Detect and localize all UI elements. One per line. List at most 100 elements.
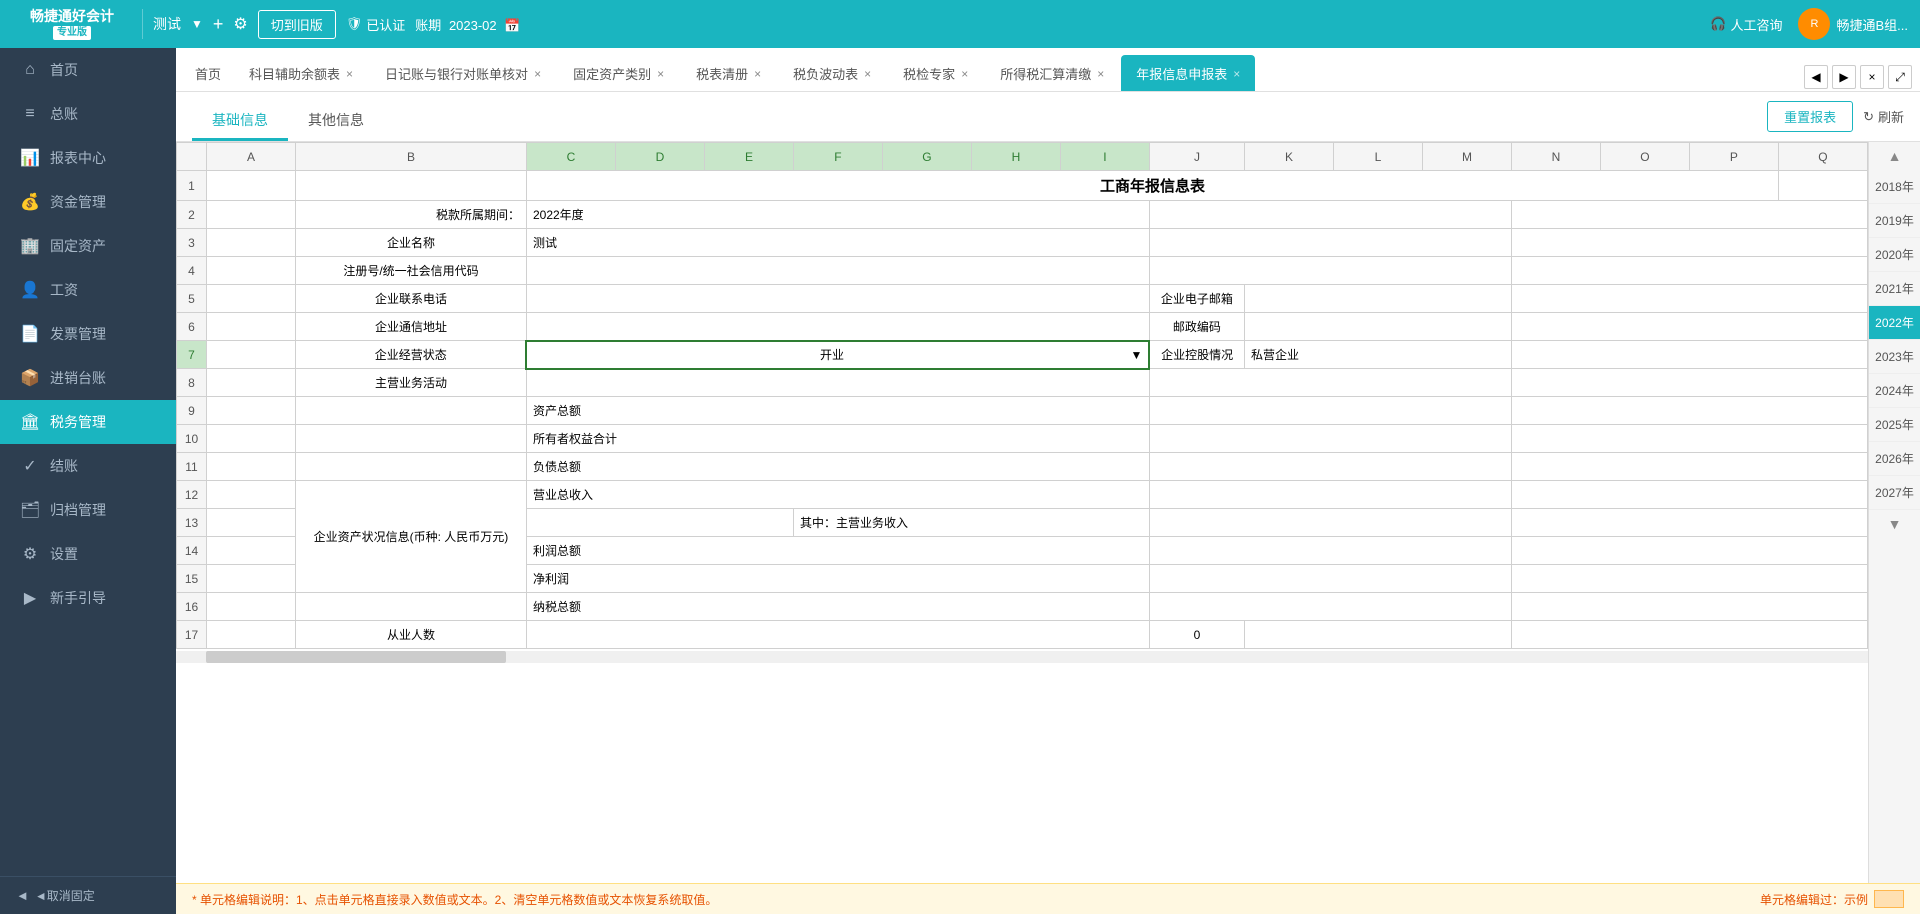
year-item-2023[interactable]: 2023年 <box>1869 340 1920 374</box>
dropdown-arrow-icon[interactable]: ▼ <box>1130 348 1142 362</box>
add-tab-button[interactable]: + <box>213 14 224 35</box>
cell-1-b[interactable] <box>295 171 526 201</box>
horizontal-scrollbar[interactable] <box>176 651 1868 663</box>
cell-16-b[interactable] <box>295 593 526 621</box>
tab-journal[interactable]: 日记账与银行对账单核对 × <box>370 55 556 91</box>
sidebar-item-fund[interactable]: 💰 资金管理 <box>0 180 176 224</box>
year-item-2025[interactable]: 2025年 <box>1869 408 1920 442</box>
tab-expand-button[interactable]: ⤢ <box>1888 65 1912 89</box>
cell-8-j[interactable] <box>1149 369 1511 397</box>
cell-6-b[interactable]: 企业通信地址 <box>295 313 526 341</box>
cell-6-c[interactable] <box>526 313 1149 341</box>
tab-fixed-asset[interactable]: 固定资产类别 × <box>558 55 679 91</box>
cell-7-c-dropdown[interactable]: 开业 ▼ <box>526 341 1149 369</box>
cell-5-k[interactable] <box>1245 285 1512 313</box>
cell-11-j[interactable] <box>1149 453 1511 481</box>
cell-16-j[interactable] <box>1149 593 1511 621</box>
close-tab-icon[interactable]: × <box>1097 67 1104 81</box>
cell-15-n[interactable] <box>1511 565 1867 593</box>
close-tab-icon[interactable]: × <box>961 67 968 81</box>
sidebar-item-invoice[interactable]: 📄 发票管理 <box>0 312 176 356</box>
year-panel-down-button[interactable]: ▼ <box>1869 510 1920 538</box>
cell-5-n[interactable] <box>1511 285 1867 313</box>
cell-6-j[interactable]: 邮政编码 <box>1149 313 1244 341</box>
close-tab-icon[interactable]: × <box>657 67 664 81</box>
cell-12-a[interactable] <box>207 481 296 509</box>
cell-7-j[interactable]: 企业控股情况 <box>1149 341 1244 369</box>
year-item-2027[interactable]: 2027年 <box>1869 476 1920 510</box>
cell-9-b[interactable] <box>295 397 526 425</box>
close-tab-icon[interactable]: × <box>1233 67 1240 81</box>
cell-17-j[interactable]: 0 <box>1149 621 1244 649</box>
cell-4-b[interactable]: 注册号/统一社会信用代码 <box>295 257 526 285</box>
sidebar-item-asset[interactable]: 🏢 固定资产 <box>0 224 176 268</box>
cell-12-n[interactable] <box>1511 481 1867 509</box>
year-item-2021[interactable]: 2021年 <box>1869 272 1920 306</box>
dropdown-arrow-icon[interactable]: ▼ <box>191 17 203 31</box>
tab-close-button[interactable]: × <box>1860 65 1884 89</box>
sidebar-item-wage[interactable]: 👤 工资 <box>0 268 176 312</box>
reset-report-button[interactable]: 重置报表 <box>1767 101 1853 132</box>
year-item-2019[interactable]: 2019年 <box>1869 204 1920 238</box>
cell-11-a[interactable] <box>207 453 296 481</box>
support-button[interactable]: 🎧 人工咨询 <box>1710 15 1782 34</box>
cell-3-n[interactable] <box>1511 229 1867 257</box>
settings-icon[interactable]: ⚙ <box>233 14 247 34</box>
sub-tab-basic[interactable]: 基础信息 <box>192 102 288 141</box>
cell-8-n[interactable] <box>1511 369 1867 397</box>
cell-3-c[interactable]: 测试 <box>526 229 1149 257</box>
cell-17-b[interactable]: 从业人数 <box>295 621 526 649</box>
cell-16-c[interactable]: 纳税总额 <box>526 593 1149 621</box>
collapse-sidebar-button[interactable]: ◄ ◄取消固定 <box>0 876 176 914</box>
sidebar-item-guide[interactable]: ▶ 新手引导 <box>0 576 176 620</box>
cell-15-a[interactable] <box>207 565 296 593</box>
cell-16-a[interactable] <box>207 593 296 621</box>
cell-title[interactable]: 工商年报信息表 <box>526 171 1778 201</box>
cell-3-b[interactable]: 企业名称 <box>295 229 526 257</box>
cell-2-c[interactable]: 2022年度 <box>526 201 1149 229</box>
cell-11-n[interactable] <box>1511 453 1867 481</box>
cell-2-b[interactable]: 税款所属期间： <box>295 201 526 229</box>
cell-15-j[interactable] <box>1149 565 1511 593</box>
close-tab-icon[interactable]: × <box>754 67 761 81</box>
tab-tax-form[interactable]: 税表清册 × <box>681 55 776 91</box>
cell-17-n[interactable] <box>1511 621 1867 649</box>
cell-1-q[interactable] <box>1778 171 1867 201</box>
cell-4-c[interactable] <box>526 257 1149 285</box>
cell-13-e[interactable]: 其中：主营业务收入 <box>793 509 1149 537</box>
cell-12-b-merged[interactable]: 企业资产状况信息(币种: 人民币万元) <box>295 481 526 593</box>
cell-3-j[interactable] <box>1149 229 1511 257</box>
cell-14-a[interactable] <box>207 537 296 565</box>
year-panel-up-button[interactable]: ▲ <box>1869 142 1920 170</box>
cell-5-b[interactable]: 企业联系电话 <box>295 285 526 313</box>
cell-11-c[interactable]: 负债总额 <box>526 453 1149 481</box>
cell-10-n[interactable] <box>1511 425 1867 453</box>
cell-9-a[interactable] <box>207 397 296 425</box>
cell-4-n[interactable] <box>1511 257 1867 285</box>
close-tab-icon[interactable]: × <box>864 67 871 81</box>
cell-14-n[interactable] <box>1511 537 1867 565</box>
refresh-button[interactable]: ↻ 刷新 <box>1863 107 1904 126</box>
close-tab-icon[interactable]: × <box>534 67 541 81</box>
cell-13-j[interactable] <box>1149 509 1511 537</box>
cell-7-k[interactable]: 私营企业 <box>1245 341 1512 369</box>
cell-4-a[interactable] <box>207 257 296 285</box>
tab-tax-expert[interactable]: 税检专家 × <box>888 55 983 91</box>
cell-5-a[interactable] <box>207 285 296 313</box>
tab-prev-button[interactable]: ◀ <box>1804 65 1828 89</box>
cell-12-c[interactable]: 营业总收入 <box>526 481 1149 509</box>
cell-6-a[interactable] <box>207 313 296 341</box>
cell-14-j[interactable] <box>1149 537 1511 565</box>
cell-6-k[interactable] <box>1245 313 1512 341</box>
year-item-2024[interactable]: 2024年 <box>1869 374 1920 408</box>
year-item-2020[interactable]: 2020年 <box>1869 238 1920 272</box>
cell-10-b[interactable] <box>295 425 526 453</box>
cell-5-j[interactable]: 企业电子邮箱 <box>1149 285 1244 313</box>
cell-4-j[interactable] <box>1149 257 1511 285</box>
cell-17-c[interactable] <box>526 621 1149 649</box>
tab-annual-report[interactable]: 年报信息申报表 × <box>1121 55 1255 91</box>
sidebar-item-ledger[interactable]: ≡ 总账 <box>0 92 176 136</box>
cell-1-a[interactable] <box>207 171 296 201</box>
cell-7-b[interactable]: 企业经营状态 <box>295 341 526 369</box>
cell-10-a[interactable] <box>207 425 296 453</box>
